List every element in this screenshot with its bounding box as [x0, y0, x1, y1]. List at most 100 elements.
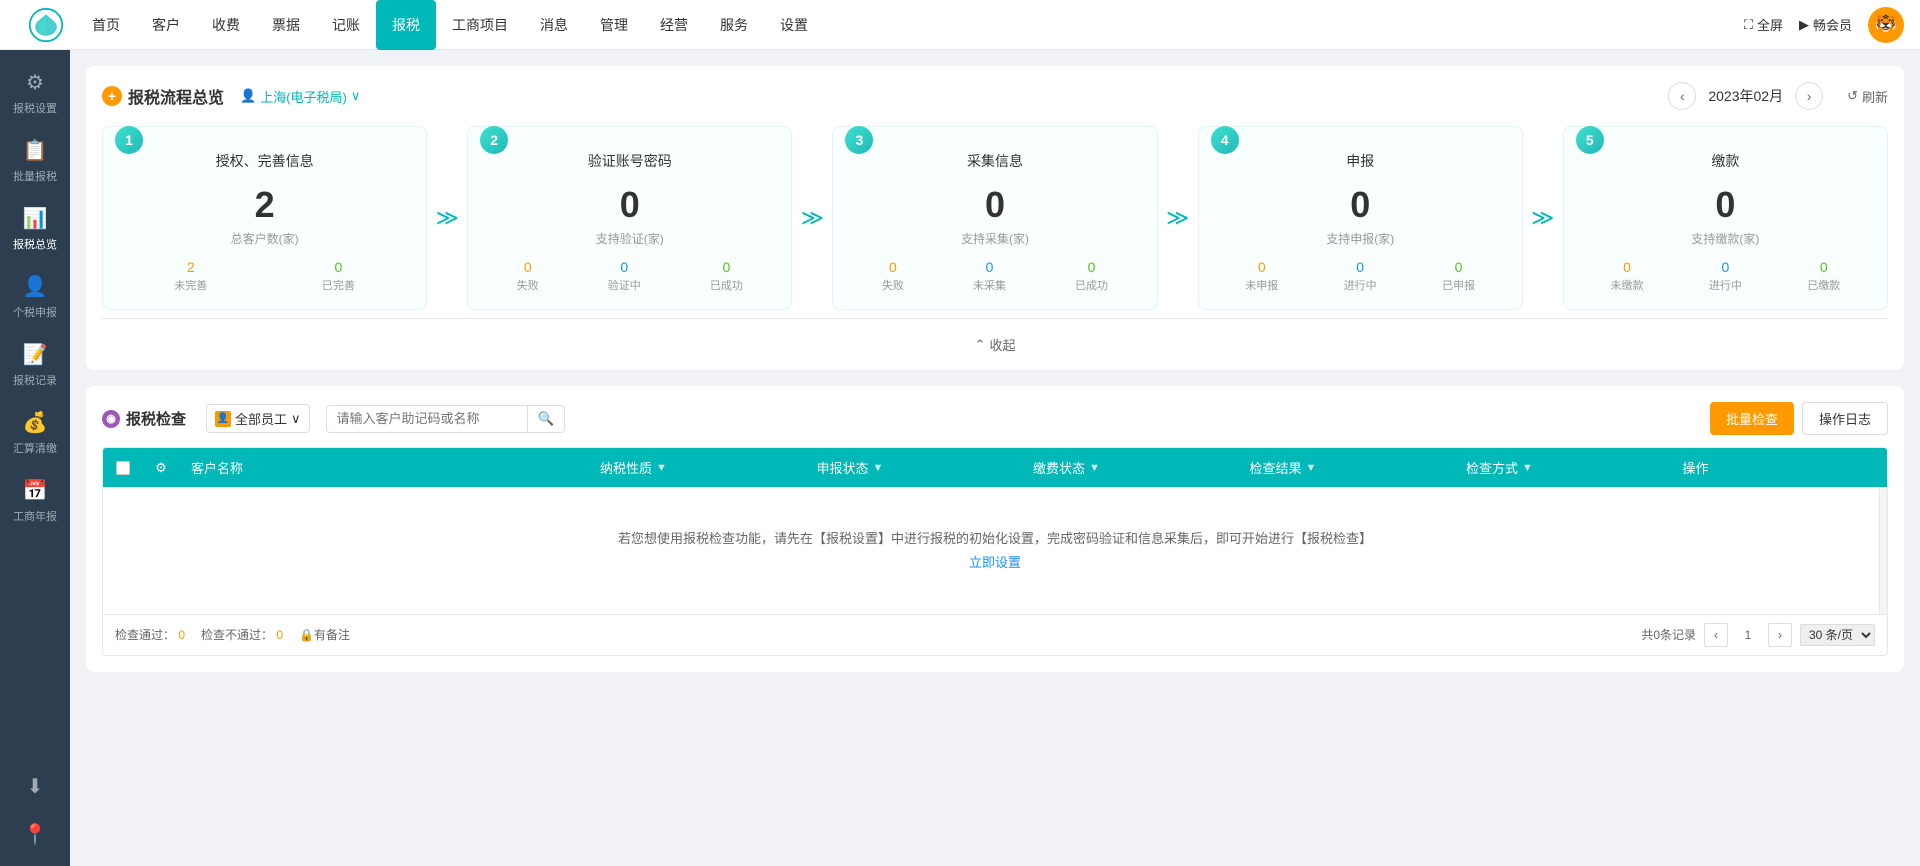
stat-label: 进行中: [1344, 277, 1377, 293]
th-check-result: 检查结果 ▼: [1238, 448, 1455, 487]
stat-label: 失败: [517, 277, 539, 293]
th-declare-status: 申报状态 ▼: [805, 448, 1022, 487]
filter-icon-declare[interactable]: ▼: [873, 462, 884, 474]
sidebar-item-汇算清缴[interactable]: 💰 汇算清缴: [0, 398, 70, 466]
process-step-4: 5 缴款 0 支持缴款(家) 0 未缴款 0 进行中 0 已缴款: [1563, 126, 1888, 310]
step-subtitle-2: 支持采集(家): [849, 230, 1140, 247]
nav-item-客户[interactable]: 客户: [136, 0, 196, 50]
table-empty-state: 若您想使用报税检查功能，请先在【报税设置】中进行报税的初始化设置，完成密码验证和…: [103, 487, 1887, 614]
search-input[interactable]: [327, 406, 527, 431]
stat-label: 未申报: [1245, 277, 1278, 293]
sidebar-item-报税总览[interactable]: 📊 报税总览: [0, 194, 70, 262]
sidebar-label-0: 报税设置: [13, 100, 57, 116]
arrow-icon: ≫: [436, 205, 459, 231]
employee-label: 全部员工: [235, 409, 287, 428]
nav-item-报税[interactable]: 报税: [376, 0, 436, 50]
step-count-3: 0: [1215, 183, 1506, 226]
location-text: 上海(电子税局): [260, 87, 347, 106]
nav-item-首页[interactable]: 首页: [76, 0, 136, 50]
overview-title-icon: +: [102, 86, 122, 106]
stat-value: 0: [1820, 259, 1828, 275]
sidebar-item-download[interactable]: ⬇: [0, 762, 70, 810]
current-month: 2023年02月: [1708, 86, 1783, 106]
search-button[interactable]: 🔍: [527, 406, 565, 432]
step-arrow-2: ≫: [792, 126, 832, 310]
first-page-button[interactable]: ‹: [1704, 623, 1728, 647]
sidebar-item-报税记录[interactable]: 📝 报税记录: [0, 330, 70, 398]
nav-item-收费[interactable]: 收费: [196, 0, 256, 50]
sidebar-item-批量报税[interactable]: 📋 批量报税: [0, 126, 70, 194]
nav-item-服务[interactable]: 服务: [704, 0, 764, 50]
location-selector[interactable]: 👤 上海(电子税局) ∨: [240, 87, 360, 106]
nav-item-消息[interactable]: 消息: [524, 0, 584, 50]
th-operation-label: 操作: [1683, 458, 1709, 477]
filter-icon-result[interactable]: ▼: [1306, 462, 1317, 474]
sidebar-icon-5: 💰: [21, 408, 49, 436]
step-stats-3: 0 未申报 0 进行中 0 已申报: [1215, 259, 1506, 293]
next-month-button[interactable]: ›: [1795, 82, 1823, 110]
pass-value[interactable]: 0: [178, 628, 185, 642]
step-number-2: 3: [845, 126, 873, 154]
operation-log-button[interactable]: 操作日志: [1802, 402, 1888, 435]
fullscreen-button[interactable]: ⛶ 全屏: [1744, 15, 1783, 34]
filter-icon-method[interactable]: ▼: [1522, 462, 1533, 474]
filter-icon-tax[interactable]: ▼: [656, 462, 667, 474]
sidebar-item-个税申报[interactable]: 👤 个税申报: [0, 262, 70, 330]
overview-title-text: 报税流程总览: [128, 84, 224, 108]
stat-label: 验证中: [608, 277, 641, 293]
pass-label: 检查通过： 0: [115, 626, 185, 643]
stat-已成功: 0 已成功: [710, 259, 743, 293]
nav-item-票据[interactable]: 票据: [256, 0, 316, 50]
empty-message: 若您想使用报税检查功能，请先在【报税设置】中进行报税的初始化设置，完成密码验证和…: [618, 527, 1372, 550]
logo-icon: [28, 7, 64, 43]
stat-进行中: 0 进行中: [1344, 259, 1377, 293]
stat-value: 0: [334, 259, 342, 275]
nav-item-设置[interactable]: 设置: [764, 0, 824, 50]
location-icon-small: 👤: [240, 88, 256, 104]
batch-check-button[interactable]: 批量检查: [1710, 402, 1794, 435]
location-arrow-icon: ∨: [351, 88, 361, 104]
stat-已缴款: 0 已缴款: [1807, 259, 1840, 293]
step-number-1: 2: [480, 126, 508, 154]
sidebar-item-报税设置[interactable]: ⚙ 报税设置: [0, 58, 70, 126]
select-all-checkbox[interactable]: [116, 461, 130, 475]
employee-selector[interactable]: 👤 全部员工 ∨: [206, 404, 310, 433]
next-page-button[interactable]: ›: [1768, 623, 1792, 647]
step-subtitle-0: 总客户数(家): [119, 230, 410, 247]
step-count-0: 2: [119, 183, 410, 226]
fail-value[interactable]: 0: [276, 628, 283, 642]
stat-label: 未缴款: [1611, 277, 1644, 293]
collapse-button[interactable]: ⌃ 收起: [102, 335, 1888, 354]
per-page-select[interactable]: 30 条/页: [1800, 624, 1875, 646]
fail-label: 检查不通过： 0: [201, 626, 283, 643]
filter-icon-pay[interactable]: ▼: [1089, 462, 1100, 474]
step-title-3: 申报: [1215, 151, 1506, 171]
overview-header: + 报税流程总览 👤 上海(电子税局) ∨ ‹ 2023年02月 › ↺ 刷新: [102, 82, 1888, 110]
fullscreen-label: 全屏: [1757, 15, 1783, 34]
stat-label: 已完善: [322, 277, 355, 293]
sidebar-icon-2: 📊: [21, 204, 49, 232]
sidebar-item-location[interactable]: 📍: [0, 810, 70, 858]
nav-item-管理[interactable]: 管理: [584, 0, 644, 50]
th-tax-nature-label: 纳税性质: [600, 458, 652, 477]
scrollbar[interactable]: [1879, 487, 1887, 614]
stat-value: 0: [722, 259, 730, 275]
setup-link[interactable]: 立即设置: [969, 551, 1021, 574]
nav-item-工商项目[interactable]: 工商项目: [436, 0, 524, 50]
nav-item-经营[interactable]: 经营: [644, 0, 704, 50]
main-content: + 报税流程总览 👤 上海(电子税局) ∨ ‹ 2023年02月 › ↺ 刷新: [70, 50, 1920, 866]
sidebar-item-工商年报[interactable]: 📅 工商年报: [0, 466, 70, 534]
nav-item-记账[interactable]: 记账: [316, 0, 376, 50]
settings-icon[interactable]: ⚙: [155, 460, 167, 476]
process-step-3: 4 申报 0 支持申报(家) 0 未申报 0 进行中 0 已申报: [1198, 126, 1523, 310]
overview-title: + 报税流程总览: [102, 84, 224, 108]
step-count-2: 0: [849, 183, 1140, 226]
stat-value: 0: [1623, 259, 1631, 275]
member-button[interactable]: ▶ 畅会员: [1799, 15, 1852, 34]
refresh-button[interactable]: ↺ 刷新: [1847, 87, 1888, 106]
stat-value: 0: [1088, 259, 1096, 275]
prev-month-button[interactable]: ‹: [1668, 82, 1696, 110]
th-pay-status-label: 缴费状态: [1033, 458, 1085, 477]
th-check-method: 检查方式 ▼: [1454, 448, 1671, 487]
check-card: ◉ 报税检查 👤 全部员工 ∨ 🔍 批量检查 操作日志: [86, 386, 1904, 672]
